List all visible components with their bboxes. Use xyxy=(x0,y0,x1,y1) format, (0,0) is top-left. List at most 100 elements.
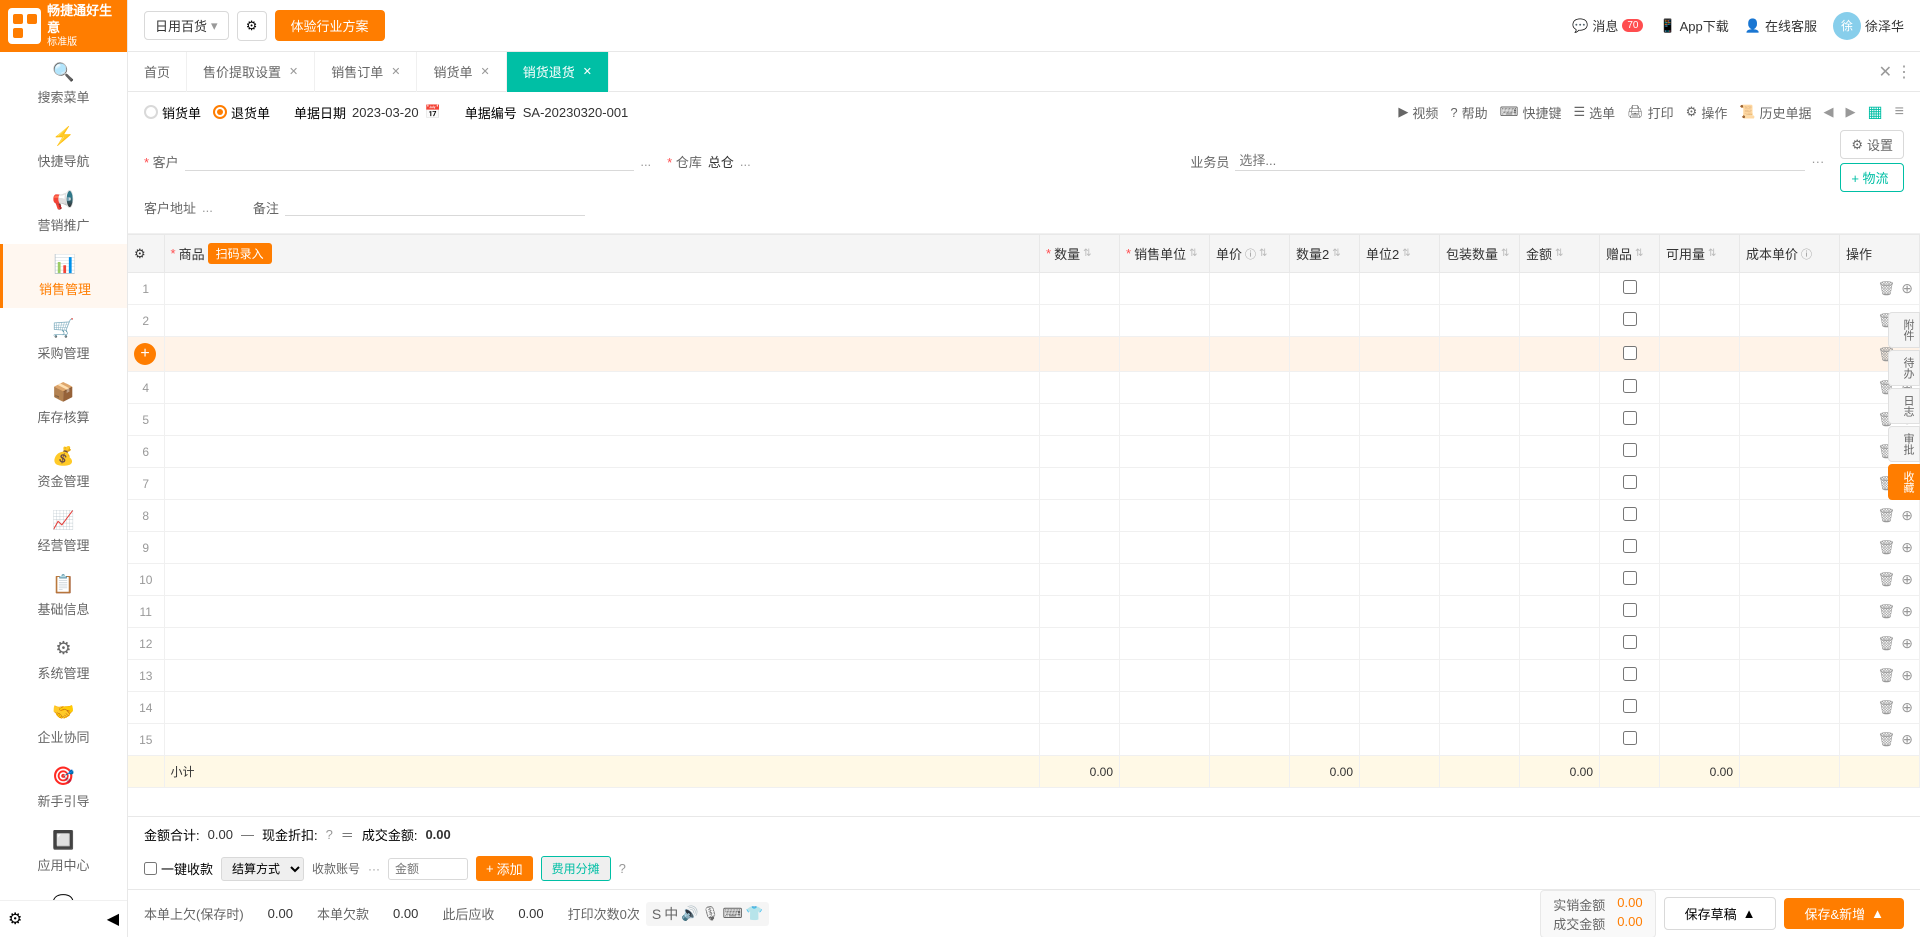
sidebar-item-marketing[interactable]: 📢 营销推广 xyxy=(0,180,127,244)
copy-row-icon[interactable]: ⊕ xyxy=(1901,507,1913,524)
online-service-button[interactable]: 👤 在线客服 xyxy=(1745,16,1817,35)
qty-cell[interactable] xyxy=(1040,273,1120,305)
delete-row-icon[interactable]: 🗑 xyxy=(1877,571,1895,588)
approval-button[interactable]: 审批 xyxy=(1888,426,1920,462)
delete-row-icon[interactable]: 🗑 xyxy=(1877,507,1895,524)
sidebar-item-collab[interactable]: 🤝 企业协同 xyxy=(0,692,127,756)
keyboard-icon[interactable]: ⌨ xyxy=(722,905,742,922)
gift-checkbox[interactable] xyxy=(1623,507,1637,521)
shortcut-btn[interactable]: ⌨ 快捷键 xyxy=(1500,103,1562,122)
settings-button[interactable]: ⚙ 设置 xyxy=(1840,130,1904,159)
settings-icon[interactable]: ⚙ xyxy=(8,909,22,929)
sort-icon[interactable]: ⇅ xyxy=(1259,248,1267,259)
attachment-button[interactable]: 附件 xyxy=(1888,312,1920,348)
qty-cell[interactable] xyxy=(1040,337,1120,372)
tab-price-setup[interactable]: 售价提取设置 ✕ xyxy=(187,52,315,92)
price-cell[interactable] xyxy=(1210,337,1290,372)
tab-close-icon[interactable]: ✕ xyxy=(391,65,400,78)
gift-checkbox[interactable] xyxy=(1623,379,1637,393)
experience-button[interactable]: 体验行业方案 xyxy=(275,10,385,41)
calendar-icon[interactable]: 📅 xyxy=(425,104,441,120)
amount-cell[interactable] xyxy=(1520,305,1600,337)
sidebar-item-apps[interactable]: 🔲 应用中心 xyxy=(0,820,127,884)
salesperson-input[interactable] xyxy=(1235,151,1805,171)
remark-input[interactable] xyxy=(285,200,585,216)
product-cell-active[interactable] xyxy=(164,337,1040,372)
tab-close-icon[interactable]: ✕ xyxy=(289,65,298,78)
user-profile[interactable]: 徐 徐泽华 xyxy=(1833,12,1904,40)
gift-checkbox[interactable] xyxy=(1623,539,1637,553)
gift-checkbox[interactable] xyxy=(1623,312,1637,326)
pack-cell[interactable] xyxy=(1440,273,1520,305)
unit-cell[interactable] xyxy=(1120,273,1210,305)
customer-input[interactable] xyxy=(185,151,635,171)
product-input[interactable] xyxy=(171,347,1034,361)
qty-cell[interactable] xyxy=(1040,305,1120,337)
copy-row-icon[interactable]: ⊕ xyxy=(1901,571,1913,588)
tab-sales-order[interactable]: 销售订单 ✕ xyxy=(315,52,417,92)
delete-row-icon[interactable]: 🗑 xyxy=(1877,539,1895,556)
date-value[interactable]: 2023-03-20 xyxy=(352,105,419,120)
sidebar-item-management[interactable]: 📈 经营管理 xyxy=(0,500,127,564)
amount-cell[interactable] xyxy=(1520,273,1600,305)
copy-row-icon[interactable]: ⊕ xyxy=(1901,731,1913,748)
tab-menu-icon[interactable]: ⋮ xyxy=(1896,62,1912,82)
add-payment-button[interactable]: + 添加 xyxy=(476,856,533,881)
print-btn[interactable]: 🖨 打印 xyxy=(1627,103,1674,122)
add-row-button[interactable]: + xyxy=(134,343,156,365)
gift-checkbox[interactable] xyxy=(1623,280,1637,294)
tab-close-icon[interactable]: ✕ xyxy=(583,65,592,78)
save-new-button[interactable]: 保存&新增 ▲ xyxy=(1784,898,1904,929)
list-view-icon[interactable]: ≡ xyxy=(1895,103,1904,121)
gift-checkbox[interactable] xyxy=(1623,731,1637,745)
sort-icon[interactable]: ⇅ xyxy=(1708,248,1716,259)
copy-row-icon[interactable]: ⊕ xyxy=(1901,539,1913,556)
speaker-icon[interactable]: 🔊 xyxy=(681,905,698,922)
gift-cell[interactable] xyxy=(1600,337,1660,372)
gift-cell[interactable] xyxy=(1600,305,1660,337)
gift-checkbox[interactable] xyxy=(1623,603,1637,617)
table-view-icon[interactable]: ▦ xyxy=(1868,102,1883,122)
gift-checkbox[interactable] xyxy=(1623,635,1637,649)
address-dots[interactable]: ... xyxy=(202,200,213,215)
help-btn[interactable]: ? 帮助 xyxy=(1450,103,1487,122)
warehouse-dots[interactable]: ... xyxy=(740,154,751,169)
sogou-icon[interactable]: S xyxy=(652,906,661,922)
sidebar-item-purchase[interactable]: 🛒 采购管理 xyxy=(0,308,127,372)
sidebar-item-guide[interactable]: 🎯 新手引导 xyxy=(0,756,127,820)
sidebar-item-basic[interactable]: 📋 基础信息 xyxy=(0,564,127,628)
close-all-icon[interactable]: ✕ xyxy=(1879,62,1892,82)
account-dots[interactable]: ··· xyxy=(368,862,380,876)
sidebar-item-wechat[interactable]: 💬 企业微信 xyxy=(0,884,127,900)
gift-checkbox[interactable] xyxy=(1623,667,1637,681)
fee-info-icon[interactable]: ? xyxy=(619,861,626,876)
gift-checkbox[interactable] xyxy=(1623,443,1637,457)
sort-icon[interactable]: ⇅ xyxy=(1555,248,1563,259)
sort-icon[interactable]: ⇅ xyxy=(1402,248,1410,259)
operate-btn[interactable]: ⚙ 操作 xyxy=(1686,103,1728,122)
salesperson-dots[interactable]: ··· xyxy=(1811,154,1824,169)
copy-row-icon[interactable]: ⊕ xyxy=(1901,635,1913,652)
message-button[interactable]: 💬 消息 70 xyxy=(1572,16,1643,35)
video-btn[interactable]: ▶ 视频 xyxy=(1398,103,1438,122)
save-draft-button[interactable]: 保存草稿 ▲ xyxy=(1664,897,1777,930)
tab-close-icon[interactable]: ✕ xyxy=(481,65,490,78)
sidebar-item-search[interactable]: 🔍 搜索菜单 xyxy=(0,52,127,116)
sort-icon[interactable]: ⇅ xyxy=(1501,248,1509,259)
gift-checkbox[interactable] xyxy=(1623,571,1637,585)
scan-entry-button[interactable]: 扫码录入 xyxy=(208,243,272,264)
amount-input[interactable] xyxy=(388,858,468,880)
gift-cell[interactable] xyxy=(1600,273,1660,305)
copy-row-icon[interactable]: ⊕ xyxy=(1901,280,1913,297)
gift-checkbox[interactable] xyxy=(1623,475,1637,489)
calc-method-select[interactable]: 结算方式 xyxy=(221,857,304,881)
sidebar-item-sales[interactable]: 📊 销售管理 xyxy=(0,244,127,308)
app-download-button[interactable]: 📱 App下载 xyxy=(1659,16,1728,35)
gift-checkbox[interactable] xyxy=(1623,699,1637,713)
shirt-icon[interactable]: 👕 xyxy=(746,905,763,922)
copy-row-icon[interactable]: ⊕ xyxy=(1901,699,1913,716)
price-cell[interactable] xyxy=(1210,305,1290,337)
unit-cell[interactable] xyxy=(1120,305,1210,337)
gift-checkbox[interactable] xyxy=(1623,411,1637,425)
qty2-cell[interactable] xyxy=(1290,305,1360,337)
